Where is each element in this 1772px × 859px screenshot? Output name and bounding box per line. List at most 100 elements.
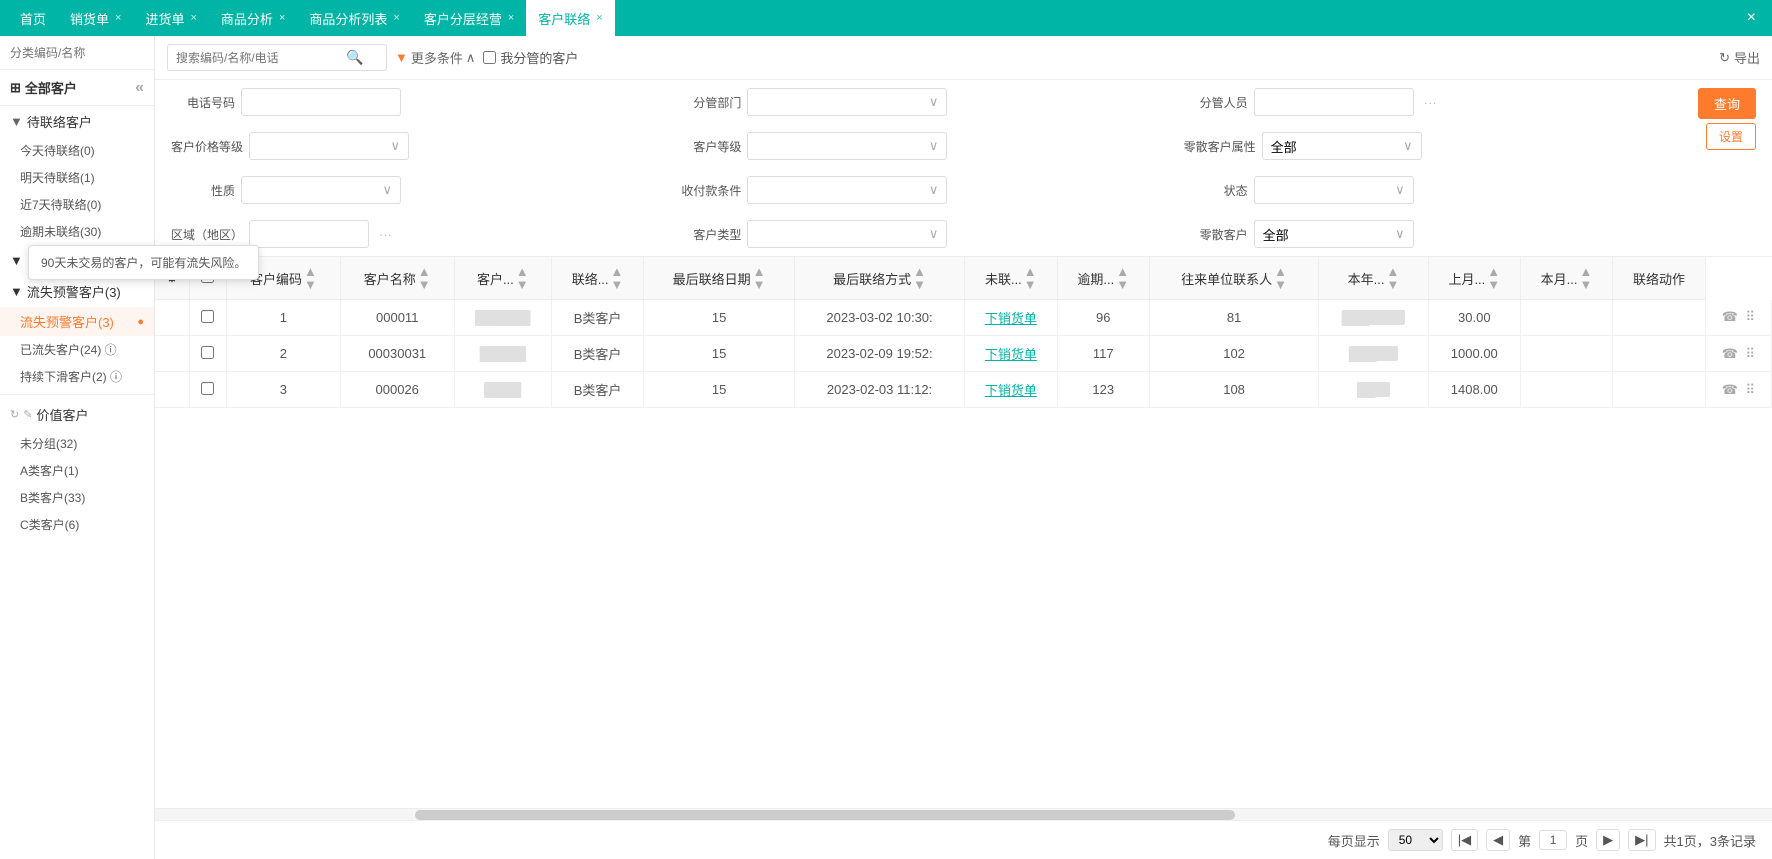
sidebar-item-today[interactable]: 今天待联络(0)	[0, 137, 154, 164]
row-last-method[interactable]: 下销货单	[965, 300, 1058, 336]
search-input[interactable]	[176, 51, 346, 65]
row-actions[interactable]: ☎ ⠿	[1705, 336, 1771, 372]
nav-customer-tier[interactable]: 客户分层经营 ×	[412, 0, 526, 36]
row-checkbox[interactable]	[201, 346, 214, 359]
sidebar-item-c-class[interactable]: C类客户(6)	[0, 511, 154, 538]
filter-nature: 性质 ∨	[171, 176, 677, 204]
nature-select[interactable]: ∨	[241, 176, 401, 204]
my-customers-checkbox[interactable]: 我分管的客户	[483, 48, 578, 67]
sidebar-item-tomorrow[interactable]: 明天待联络(1)	[0, 164, 154, 191]
region-input[interactable]	[249, 220, 369, 248]
export-button[interactable]: ↻ 导出	[1719, 48, 1760, 67]
close-sales-icon[interactable]: ×	[115, 12, 121, 24]
prev-page-btn[interactable]: ◀	[1486, 829, 1510, 851]
sidebar-all-customers[interactable]: ⊞ 全部客户 «	[0, 70, 154, 106]
nav-customer-contact[interactable]: 客户联络 ×	[526, 0, 614, 36]
sidebar-search-input[interactable]	[10, 46, 155, 60]
dept-select[interactable]: ∨	[747, 88, 947, 116]
hscroll-thumb[interactable]	[415, 810, 1235, 820]
more-action-icon[interactable]: ⠿	[1746, 346, 1756, 361]
last-method-link[interactable]: 下销货单	[985, 311, 1037, 326]
close-purchase-icon[interactable]: ×	[190, 12, 196, 24]
filter-region: 区域（地区） ···	[171, 220, 677, 248]
th-last-method[interactable]: 最后联络方式▲▼	[795, 257, 965, 300]
row-actions[interactable]: ☎ ⠿	[1705, 300, 1771, 336]
sidebar-item-loss-warning[interactable]: 流失预警客户(3) ●	[0, 307, 154, 336]
zero-customer-select[interactable]: 全部 ∨	[1254, 220, 1414, 248]
sidebar-item-b-class[interactable]: B类客户(33)	[0, 484, 154, 511]
edit-icon: ✎	[23, 408, 32, 421]
th-last-month[interactable]: 上月...▲▼	[1428, 257, 1520, 300]
zero-attr-select[interactable]: 全部 ∨	[1262, 132, 1422, 160]
close-product-analysis-icon[interactable]: ×	[279, 12, 285, 24]
sidebar-item-a-class[interactable]: A类客户(1)	[0, 457, 154, 484]
th-last-date[interactable]: 最后联络日期▲▼	[644, 257, 795, 300]
phone-input[interactable]	[241, 88, 401, 116]
th-contact-count[interactable]: 联络...▲▼	[551, 257, 643, 300]
last-method-link[interactable]: 下销货单	[985, 383, 1037, 398]
th-this-year[interactable]: 本年...▲▼	[1319, 257, 1428, 300]
close-all-button[interactable]: ×	[1739, 9, 1764, 27]
collapse-icon[interactable]: «	[135, 79, 144, 97]
nav-purchase[interactable]: 进货单 ×	[133, 0, 208, 36]
page-size-select[interactable]: 50 100	[1388, 829, 1443, 851]
row-checkbox[interactable]	[201, 382, 214, 395]
sidebar-item-declining[interactable]: 持续下滑客户(2) ⓘ	[0, 363, 154, 390]
nav-product-analysis[interactable]: 商品分析 ×	[209, 0, 297, 36]
contact-action-icon[interactable]: ☎	[1722, 309, 1738, 324]
more-action-icon[interactable]: ⠿	[1746, 382, 1756, 397]
th-overdue[interactable]: 逾期...▲▼	[1057, 257, 1149, 300]
row-last-method[interactable]: 下销货单	[965, 372, 1058, 408]
customer-type-select[interactable]: ∨	[747, 220, 947, 248]
last-method-link[interactable]: 下销货单	[985, 347, 1037, 362]
my-customers-check[interactable]	[483, 51, 496, 64]
contact-action-icon[interactable]: ☎	[1722, 382, 1738, 397]
th-name[interactable]: 客户名称▲▼	[340, 257, 454, 300]
query-button[interactable]: 查询	[1698, 88, 1756, 119]
last-page-btn[interactable]: ▶|	[1628, 829, 1655, 851]
settings-button[interactable]: 设置	[1706, 123, 1756, 150]
sidebar-group-loss[interactable]: ▼ 流失预警客户(3)	[0, 276, 154, 307]
row-checkbox-cell[interactable]	[189, 372, 226, 408]
search-submit-icon[interactable]: 🔍	[346, 49, 363, 66]
filter-icon: ▼	[395, 50, 408, 65]
region-dots-icon[interactable]: ···	[379, 227, 392, 242]
sidebar-group-pending[interactable]: ▼ 待联络客户	[0, 106, 154, 137]
contact-action-icon[interactable]: ☎	[1722, 346, 1738, 361]
th-this-month[interactable]: 本月...▲▼	[1520, 257, 1612, 300]
filter-dept: 分管部门 ∨	[677, 88, 1183, 116]
row-last-method[interactable]: 下销货单	[965, 336, 1058, 372]
close-product-list-icon[interactable]: ×	[393, 12, 399, 24]
price-grade-select[interactable]: ∨	[249, 132, 409, 160]
customer-grade-select[interactable]: ∨	[747, 132, 947, 160]
status-select[interactable]: ∨	[1254, 176, 1414, 204]
nav-home[interactable]: 首页	[8, 0, 58, 36]
row-checkbox[interactable]	[201, 310, 214, 323]
filter-price-grade: 客户价格等级 ∨	[171, 132, 677, 160]
row-num: 2	[226, 336, 340, 372]
row-no-contact: 117	[1057, 336, 1149, 372]
person-input[interactable]	[1254, 88, 1414, 116]
hscroll-bar[interactable]	[155, 808, 1772, 820]
sidebar-item-lost[interactable]: 已流失客户(24) ⓘ	[0, 336, 154, 363]
nav-sales[interactable]: 销货单 ×	[58, 0, 133, 36]
close-customer-contact-icon[interactable]: ×	[596, 12, 602, 24]
row-actions[interactable]: ☎ ⠿	[1705, 372, 1771, 408]
sidebar-group-value[interactable]: ↻ ✎ 价值客户	[0, 399, 154, 430]
first-page-btn[interactable]: |◀	[1451, 829, 1478, 851]
sidebar-item-7days[interactable]: 近7天待联络(0)	[0, 191, 154, 218]
th-no-contact[interactable]: 未联...▲▼	[965, 257, 1058, 300]
person-dots-icon[interactable]: ···	[1424, 95, 1437, 110]
nav-product-list[interactable]: 商品分析列表 ×	[297, 0, 411, 36]
more-action-icon[interactable]: ⠿	[1746, 309, 1756, 324]
sidebar-item-overdue[interactable]: 逾期未联络(30)	[0, 218, 154, 245]
row-checkbox-cell[interactable]	[189, 300, 226, 336]
row-checkbox-cell[interactable]	[189, 336, 226, 372]
next-page-btn[interactable]: ▶	[1596, 829, 1620, 851]
th-type[interactable]: 客户...▲▼	[454, 257, 551, 300]
sidebar-item-ungroup[interactable]: 未分组(32)	[0, 430, 154, 457]
payment-select[interactable]: ∨	[747, 176, 947, 204]
th-unit-contact[interactable]: 往来单位联系人▲▼	[1149, 257, 1318, 300]
more-conditions-btn[interactable]: ▼ 更多条件 ∧	[395, 48, 475, 67]
close-customer-tier-icon[interactable]: ×	[508, 12, 514, 24]
